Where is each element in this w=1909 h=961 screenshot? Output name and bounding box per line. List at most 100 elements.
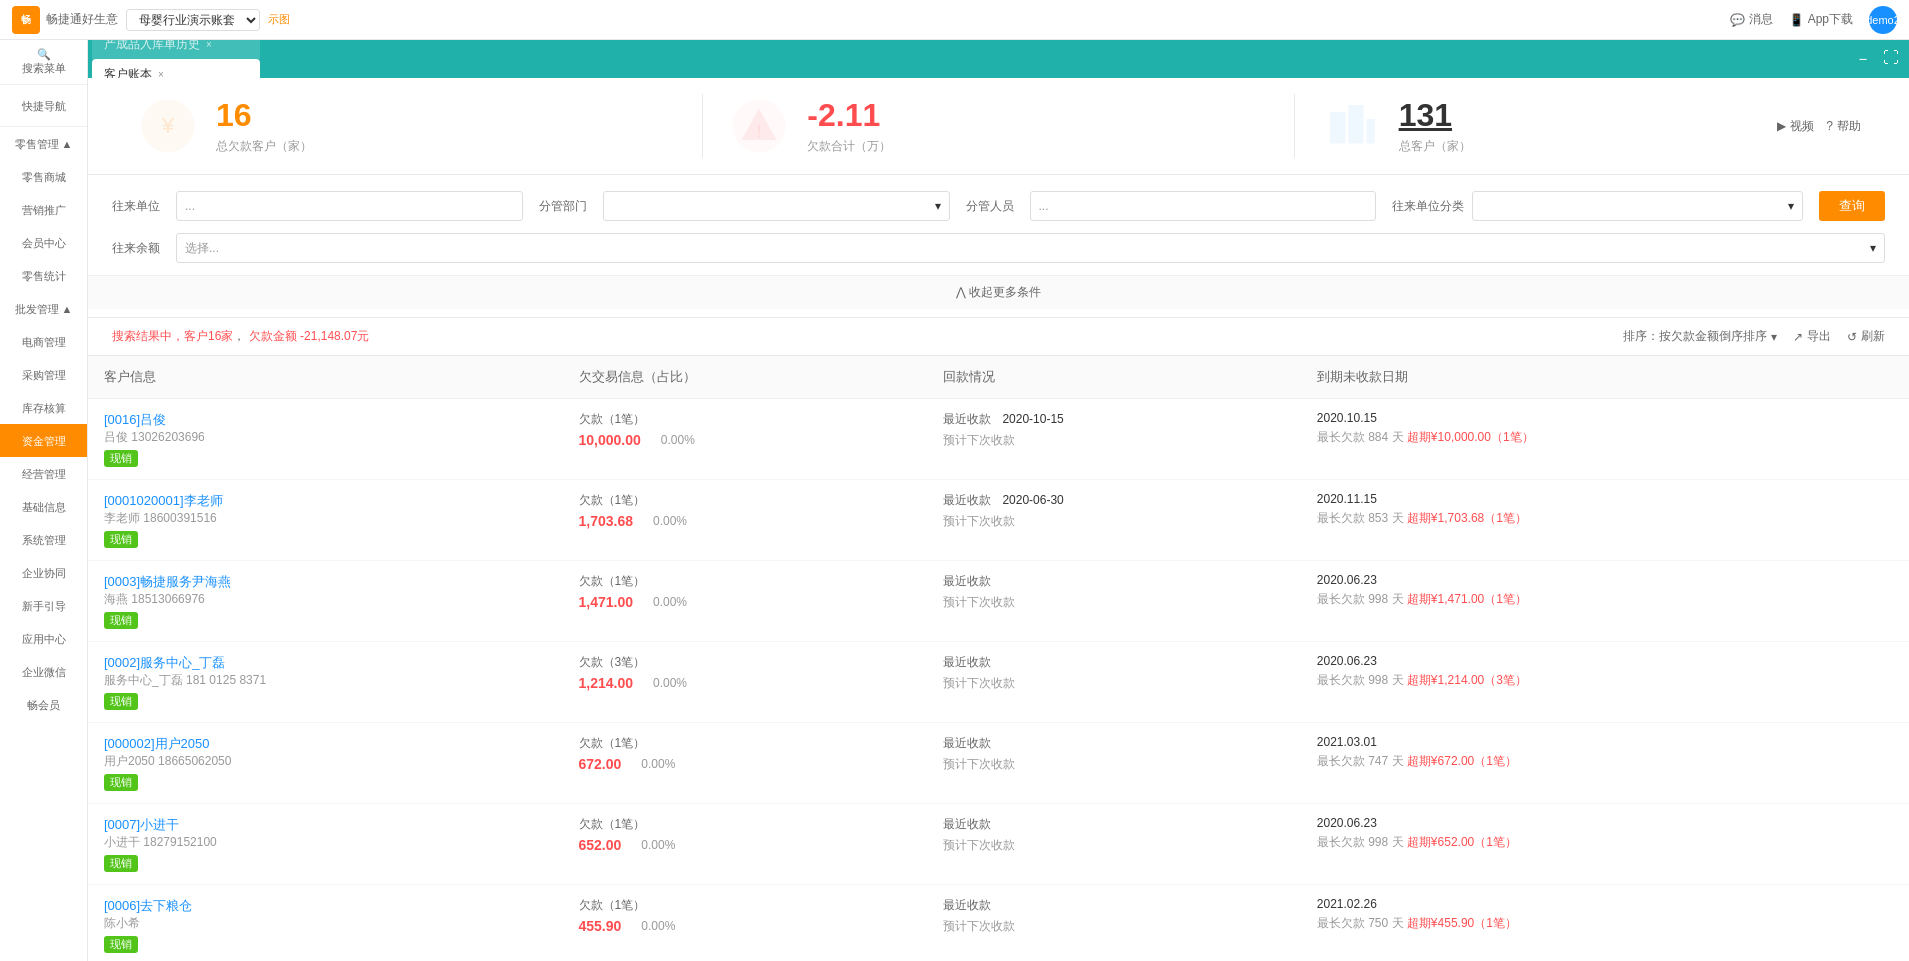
recovery-label-1: 最近收款 <box>943 493 991 507</box>
collapse-btn[interactable]: ⋀ 收起更多条件 <box>88 275 1909 309</box>
customer-name-6[interactable]: [0006]去下粮仓 <box>104 897 547 915</box>
sidebar-item-purchase-mgmt[interactable]: 采购管理 <box>0 358 87 391</box>
dept-select[interactable]: ▾ <box>603 191 950 221</box>
refresh-btn[interactable]: ↺刷新 <box>1847 328 1885 345</box>
overdue-link-1[interactable]: 超期¥1,703.68（1笔） <box>1407 511 1527 525</box>
tab-minimize-btn[interactable]: － <box>1853 47 1873 72</box>
debt-count-0: 欠款（1笔） <box>579 411 646 428</box>
sidebar-item-system[interactable]: 系统管理 <box>0 523 87 556</box>
sidebar-item-retail-mall[interactable]: 零售商城 <box>0 160 87 193</box>
company-select[interactable]: 母婴行业演示账套 <box>126 9 260 31</box>
due-date-3: 2020.06.23 <box>1317 654 1893 668</box>
overdue-link-5[interactable]: 超期¥652.00（1笔） <box>1407 835 1517 849</box>
customer-table: 客户信息 欠交易信息（占比） 回款情况 到期未收款日期 [0016]吕俊 吕俊 … <box>88 356 1909 961</box>
recovery-next-2: 预计下次收款 <box>943 594 1285 611</box>
filter-source-unit: 往来单位 ... <box>112 191 523 221</box>
customer-name-4[interactable]: [000002]用户2050 <box>104 735 547 753</box>
debt-amount-0: 10,000.00 <box>579 432 641 448</box>
sidebar-item-guide[interactable]: 新手引导 <box>0 589 87 622</box>
customer-cell-5: [0007]小进干 小进干 18279152100 现销 <box>88 804 563 884</box>
tab-production[interactable]: 产成品入库单历史× <box>92 40 260 59</box>
message-btn[interactable]: 💬 消息 <box>1730 11 1773 28</box>
sidebar-item-finance[interactable]: 资金管理 <box>0 424 87 457</box>
menu-toggle[interactable]: 示图 <box>268 12 290 27</box>
debt-percent-3: 0.00% <box>653 676 687 690</box>
due-overdue-1: 最长欠款 853 天 超期¥1,703.68（1笔） <box>1317 510 1893 527</box>
stat-card-debt: ! -2.11 欠款合计（万） <box>703 94 1294 158</box>
customer-name-2[interactable]: [0003]畅捷服务尹海燕 <box>104 573 547 591</box>
debt-cell-6: 欠款（1笔） 455.90 0.00% <box>563 885 927 946</box>
overdue-link-4[interactable]: 超期¥672.00（1笔） <box>1407 754 1517 768</box>
sidebar-item-wholesale-mgmt[interactable]: 批发管理 ▲ <box>0 292 87 325</box>
due-cell-3: 2020.06.23 最长欠款 998 天 超期¥1,214.00（3笔） <box>1301 642 1909 701</box>
app-download-btn[interactable]: 📱 App下载 <box>1789 11 1853 28</box>
table-body: [0016]吕俊 吕俊 13026203696 现销 欠款（1笔） 10,000… <box>88 399 1909 962</box>
debt-percent-2: 0.00% <box>653 595 687 609</box>
classification-select[interactable]: ▾ <box>1472 191 1803 221</box>
due-overdue-3: 最长欠款 998 天 超期¥1,214.00（3笔） <box>1317 672 1893 689</box>
sort-dropdown[interactable]: 排序：按欠款金额倒序排序▾ <box>1623 328 1777 345</box>
stat-info-3: 131 总客户（家） <box>1399 97 1762 155</box>
debt-cell-4: 欠款（1笔） 672.00 0.00% <box>563 723 927 784</box>
balance-select[interactable]: 选择... ▾ <box>176 233 1885 263</box>
person-input[interactable]: ... <box>1030 191 1377 221</box>
overdue-link-0[interactable]: 超期¥10,000.00（1笔） <box>1407 430 1534 444</box>
debt-count-4: 欠款（1笔） <box>579 735 646 752</box>
stat-card-customers: ¥ 16 总欠款客户（家） <box>112 94 703 158</box>
sidebar-item-weixin[interactable]: 企业微信 <box>0 655 87 688</box>
customer-tag-6: 现销 <box>104 936 138 953</box>
tab-close-production[interactable]: × <box>206 40 212 50</box>
sidebar-item-ops-mgmt[interactable]: 经营管理 <box>0 457 87 490</box>
debt-count-3: 欠款（3笔） <box>579 654 646 671</box>
sidebar-item-member[interactable]: 会员中心 <box>0 226 87 259</box>
customer-name-0[interactable]: [0016]吕俊 <box>104 411 547 429</box>
overdue-link-2[interactable]: 超期¥1,471.00（1笔） <box>1407 592 1527 606</box>
recovery-label-2: 最近收款 <box>943 574 991 588</box>
sidebar-item-retail-stats[interactable]: 零售统计 <box>0 259 87 292</box>
sidebar-item-vip[interactable]: 畅会员 <box>0 688 87 721</box>
overdue-link-6[interactable]: 超期¥455.90（1笔） <box>1407 916 1517 930</box>
debt-amount-1: 1,703.68 <box>579 513 634 529</box>
debt-count-1: 欠款（1笔） <box>579 492 646 509</box>
due-date-2: 2020.06.23 <box>1317 573 1893 587</box>
svg-text:!: ! <box>757 122 762 141</box>
sidebar-item-retail-mgmt[interactable]: 零售管理 ▲ <box>0 127 87 160</box>
sidebar-item-quick-nav[interactable]: 快捷导航 <box>0 89 87 122</box>
tabs-container: 首页商品上下架×产成品入库单历史×客户账本×采购订单统计表×进货单统计表（按商品… <box>92 40 262 78</box>
sidebar-item-ecommerce[interactable]: 电商管理 <box>0 325 87 358</box>
customer-phone-1: 李老师 18600391516 <box>104 510 547 527</box>
export-btn[interactable]: ↗导出 <box>1793 328 1831 345</box>
due-date-4: 2021.03.01 <box>1317 735 1893 749</box>
content-area: 首页商品上下架×产成品入库单历史×客户账本×采购订单统计表×进货单统计表（按商品… <box>88 40 1909 961</box>
user-avatar[interactable]: demo2 <box>1869 6 1897 34</box>
overdue-link-3[interactable]: 超期¥1,214.00（3笔） <box>1407 673 1527 687</box>
customer-name-5[interactable]: [0007]小进干 <box>104 816 547 834</box>
video-btn[interactable]: ▶视频 <box>1777 118 1814 135</box>
recovery-next-6: 预计下次收款 <box>943 918 1285 935</box>
search-btn[interactable]: 查询 <box>1819 191 1885 221</box>
sidebar-item-enterprise[interactable]: 企业协同 <box>0 556 87 589</box>
col-debt-info: 欠交易信息（占比） <box>563 356 927 399</box>
stat-label-1: 总欠款客户（家） <box>216 138 678 155</box>
recovery-date-0: 2020-10-15 <box>1002 412 1063 426</box>
source-unit-input[interactable]: ... <box>176 191 523 221</box>
customer-cell-4: [000002]用户2050 用户2050 18665062050 现销 <box>88 723 563 803</box>
table-row: [0001020001]李老师 李老师 18600391516 现销 欠款（1笔… <box>88 480 1909 561</box>
filter-person: 分管人员 ... <box>966 191 1377 221</box>
stat-label-3: 总客户（家） <box>1399 138 1762 155</box>
sidebar-item-apps[interactable]: 应用中心 <box>0 622 87 655</box>
table-row: [0002]服务中心_丁磊 服务中心_丁磊 181 0125 8371 现销 欠… <box>88 642 1909 723</box>
tab-close-customer[interactable]: × <box>158 69 164 79</box>
help-btn[interactable]: ?帮助 <box>1826 118 1861 135</box>
customer-name-3[interactable]: [0002]服务中心_丁磊 <box>104 654 547 672</box>
customer-name-1[interactable]: [0001020001]李老师 <box>104 492 547 510</box>
sidebar-search[interactable]: 🔍 搜索菜单 <box>0 40 87 85</box>
sidebar-item-inventory[interactable]: 库存核算 <box>0 391 87 424</box>
svg-rect-5 <box>1330 112 1345 144</box>
tab-expand-btn[interactable]: ⛶ <box>1881 47 1901 72</box>
sidebar-item-marketing[interactable]: 营销推广 <box>0 193 87 226</box>
sidebar-item-basic-info[interactable]: 基础信息 <box>0 490 87 523</box>
customer-cell-1: [0001020001]李老师 李老师 18600391516 现销 <box>88 480 563 560</box>
col-due-date: 到期未收款日期 <box>1301 356 1909 399</box>
tab-customer[interactable]: 客户账本× <box>92 59 260 78</box>
